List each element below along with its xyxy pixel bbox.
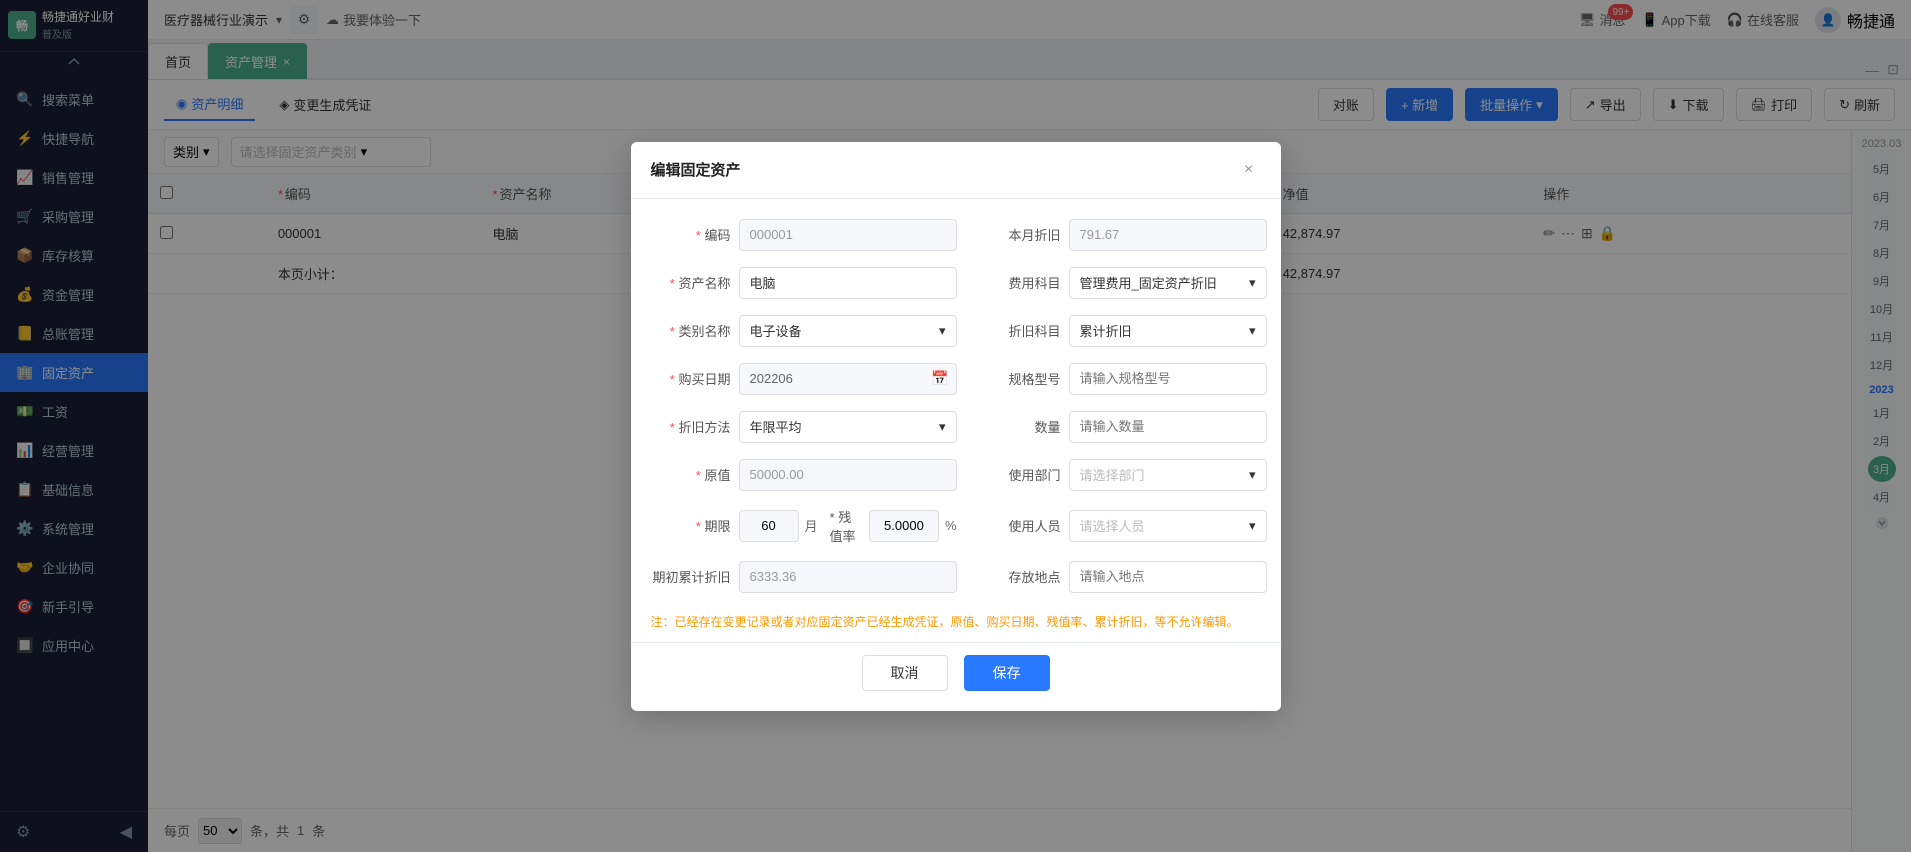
- spec-model-input[interactable]: [1069, 363, 1267, 395]
- modal-overlay[interactable]: 编辑固定资产 × * 编码 本月折旧 * 资产名称: [0, 0, 1911, 852]
- cancel-button[interactable]: 取消: [862, 655, 948, 691]
- use-person-select[interactable]: 请选择人员 ▾: [1069, 510, 1267, 542]
- use-person-label: 使用人员: [981, 516, 1061, 535]
- modal-footer: 取消 保存: [631, 642, 1281, 711]
- modal-header: 编辑固定资产 ×: [631, 142, 1281, 199]
- period-inputs: 月 * 残值率 %: [739, 507, 957, 545]
- save-button[interactable]: 保存: [964, 655, 1050, 691]
- expense-subject-row: 费用科目 管理费用_固定资产折旧 ▾: [981, 267, 1267, 299]
- modal-body: * 编码 本月折旧 * 资产名称 费用科目 管理费用_固定资产折旧: [631, 199, 1281, 613]
- spec-model-row: 规格型号: [981, 363, 1267, 395]
- category-chevron-icon: ▾: [939, 323, 946, 339]
- residual-rate-label: * 残值率: [830, 507, 859, 545]
- dep-subject-chevron-icon: ▾: [1249, 323, 1256, 339]
- storage-location-label: 存放地点: [981, 567, 1061, 586]
- expense-subject-label: 费用科目: [981, 273, 1061, 292]
- modal-title: 编辑固定资产: [651, 159, 741, 180]
- monthly-dep-label: 本月折旧: [981, 225, 1061, 244]
- use-dept-chevron-icon: ▾: [1249, 467, 1256, 483]
- category-select[interactable]: 电子设备 ▾: [739, 315, 957, 347]
- asset-name-row: * 资产名称: [651, 267, 957, 299]
- asset-name-label: * 资产名称: [651, 273, 731, 292]
- category-label: * 类别名称: [651, 321, 731, 340]
- dep-method-chevron-icon: ▾: [939, 419, 946, 435]
- expense-chevron-icon: ▾: [1249, 275, 1256, 291]
- storage-location-row: 存放地点: [981, 561, 1267, 593]
- residual-rate-input[interactable]: [869, 510, 939, 542]
- asset-name-input[interactable]: [739, 267, 957, 299]
- spec-model-label: 规格型号: [981, 369, 1061, 388]
- period-row: * 期限 月 * 残值率 %: [651, 507, 957, 545]
- original-value-label: * 原值: [651, 465, 731, 484]
- original-value-input[interactable]: [739, 459, 957, 491]
- dep-subject-row: 折旧科目 累计折旧 ▾: [981, 315, 1267, 347]
- monthly-depreciation-row: 本月折旧: [981, 219, 1267, 251]
- purchase-date-row: * 购买日期 📅: [651, 363, 957, 395]
- dep-subject-select[interactable]: 累计折旧 ▾: [1069, 315, 1267, 347]
- purchase-date-input[interactable]: [739, 363, 957, 395]
- code-input[interactable]: [739, 219, 957, 251]
- period-input[interactable]: [739, 510, 799, 542]
- quantity-label: 数量: [981, 417, 1061, 436]
- original-value-row: * 原值: [651, 459, 957, 491]
- quantity-row: 数量: [981, 411, 1267, 443]
- dep-method-row: * 折旧方法 年限平均 ▾: [651, 411, 957, 443]
- use-dept-select[interactable]: 请选择部门 ▾: [1069, 459, 1267, 491]
- monthly-dep-input: [1069, 219, 1267, 251]
- use-person-row: 使用人员 请选择人员 ▾: [981, 507, 1267, 545]
- category-row: * 类别名称 电子设备 ▾: [651, 315, 957, 347]
- code-label: * 编码: [651, 225, 731, 244]
- period-unit-label: 月: [805, 516, 818, 535]
- code-field-row: * 编码: [651, 219, 957, 251]
- modal-close-btn[interactable]: ×: [1237, 158, 1261, 182]
- use-dept-label: 使用部门: [981, 465, 1061, 484]
- accum-dep-row: 期初累计折旧: [651, 561, 957, 593]
- edit-asset-modal: 编辑固定资产 × * 编码 本月折旧 * 资产名称: [631, 142, 1281, 711]
- modal-note: 注：已经存在变更记录或者对应固定资产已经生成凭证，原值、购买日期、残值率、累计折…: [631, 613, 1281, 642]
- purchase-date-label: * 购买日期: [651, 369, 731, 388]
- storage-location-input[interactable]: [1069, 561, 1267, 593]
- dep-method-label: * 折旧方法: [651, 417, 731, 436]
- dep-subject-label: 折旧科目: [981, 321, 1061, 340]
- dep-method-select[interactable]: 年限平均 ▾: [739, 411, 957, 443]
- residual-rate-unit: %: [945, 518, 957, 533]
- period-label: * 期限: [651, 516, 731, 535]
- purchase-date-wrap: 📅: [739, 363, 957, 395]
- accum-dep-input: [739, 561, 957, 593]
- expense-subject-select[interactable]: 管理费用_固定资产折旧 ▾: [1069, 267, 1267, 299]
- quantity-input[interactable]: [1069, 411, 1267, 443]
- accum-dep-label: 期初累计折旧: [651, 567, 731, 586]
- use-person-chevron-icon: ▾: [1249, 518, 1256, 534]
- use-dept-row: 使用部门 请选择部门 ▾: [981, 459, 1267, 491]
